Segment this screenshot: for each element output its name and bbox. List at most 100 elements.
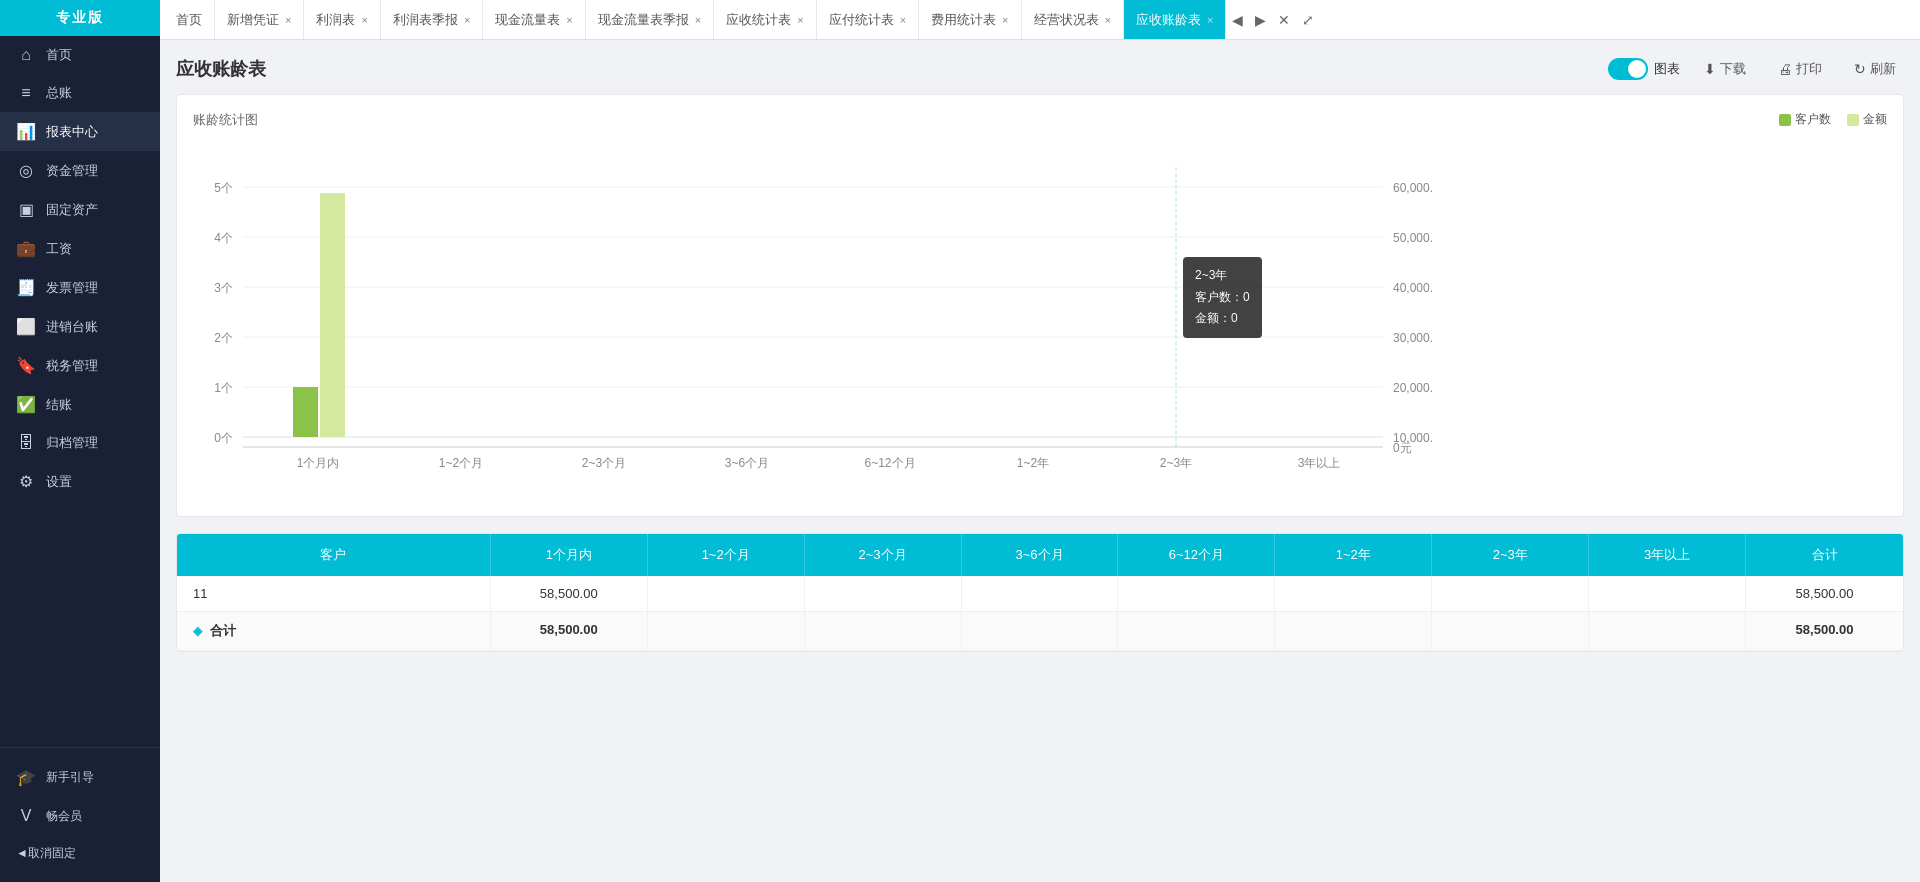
tab-profit-close[interactable]: × [361, 14, 367, 26]
svg-text:50,000.00元: 50,000.00元 [1393, 231, 1433, 245]
tab-biz-label: 经营状况表 [1034, 11, 1099, 29]
svg-text:2~3年: 2~3年 [1160, 456, 1192, 470]
home-icon: ⌂ [16, 46, 36, 64]
sidebar-bottom: 🎓 新手引导 V 畅会员 ◄取消固定 [0, 747, 160, 882]
tab-expense-close[interactable]: × [1002, 14, 1008, 26]
sidebar-item-label-archive: 归档管理 [46, 434, 98, 452]
sidebar-item-label-fund: 资金管理 [46, 162, 98, 180]
tab-biz[interactable]: 经营状况表 × [1022, 0, 1124, 40]
sidebar-item-label-salary: 工资 [46, 240, 72, 258]
tab-home-label: 首页 [176, 11, 202, 29]
purchase-icon: ⬜ [16, 317, 36, 336]
bar-amount-1month [320, 193, 345, 437]
archive-icon: 🗄 [16, 434, 36, 452]
total-icon: ◈ [193, 624, 202, 638]
tab-ar-stats[interactable]: 应收统计表 × [714, 0, 816, 40]
chart-legend: 客户数 金额 [1779, 111, 1887, 128]
data-table: 客户 1个月内 1~2个月 2~3个月 3~6个月 6~12个月 1~2年 2~… [176, 533, 1904, 652]
sidebar-item-label-purchase: 进销台账 [46, 318, 98, 336]
tab-cashflow-q-close[interactable]: × [695, 14, 701, 26]
tab-home[interactable]: 首页 [164, 0, 215, 40]
th-year12: 1~2年 [1275, 534, 1432, 576]
download-button[interactable]: ⬇ 下载 [1696, 56, 1754, 82]
td-total-year23 [1432, 612, 1589, 650]
sidebar-item-ledger[interactable]: ≡ 总账 [0, 74, 160, 112]
legend-amount-label: 金额 [1863, 111, 1887, 128]
sidebar-collapse-btn[interactable]: ◄取消固定 [0, 835, 160, 872]
tab-cashflow-q[interactable]: 现金流量表季报 × [586, 0, 714, 40]
sidebar-item-salary[interactable]: 💼 工资 [0, 229, 160, 268]
chart-title: 账龄统计图 [193, 111, 1887, 129]
report-icon: 📊 [16, 122, 36, 141]
th-month36: 3~6个月 [962, 534, 1119, 576]
tab-close-all[interactable]: ✕ [1272, 0, 1296, 40]
tab-nav-next[interactable]: ▶ [1249, 0, 1272, 40]
sidebar-item-report-center[interactable]: 📊 报表中心 [0, 112, 160, 151]
th-month23: 2~3个月 [805, 534, 962, 576]
tab-bar: 首页 新增凭证 × 利润表 × 利润表季报 × 现金流量表 × 现金流量表季报 … [160, 0, 1920, 40]
th-total: 合计 [1746, 534, 1903, 576]
bar-count-1month [293, 387, 318, 437]
main-area: 首页 新增凭证 × 利润表 × 利润表季报 × 现金流量表 × 现金流量表季报 … [160, 0, 1920, 882]
tab-profit-q-close[interactable]: × [464, 14, 470, 26]
guide-icon: 🎓 [16, 768, 36, 787]
tab-cashflow-close[interactable]: × [566, 14, 572, 26]
td-total: 58,500.00 [1746, 576, 1903, 611]
sidebar-item-settings[interactable]: ⚙ 设置 [0, 462, 160, 501]
chart-container: 账龄统计图 客户数 金额 5个 4个 3个 2个 1个 [176, 94, 1904, 517]
svg-text:1个: 1个 [214, 381, 233, 395]
td-month23 [805, 576, 962, 611]
sidebar-item-fund-mgmt[interactable]: ◎ 资金管理 [0, 151, 160, 190]
fund-icon: ◎ [16, 161, 36, 180]
tab-ar-aging[interactable]: 应收账龄表 × [1124, 0, 1226, 40]
chart-toggle[interactable] [1608, 58, 1648, 80]
svg-text:2个: 2个 [214, 331, 233, 345]
tab-nav-prev[interactable]: ◀ [1226, 0, 1249, 40]
sidebar-item-tax[interactable]: 🔖 税务管理 [0, 346, 160, 385]
tab-maximize[interactable]: ⤢ [1296, 0, 1320, 40]
sidebar-item-home[interactable]: ⌂ 首页 [0, 36, 160, 74]
th-month12: 1~2个月 [648, 534, 805, 576]
svg-text:6~12个月: 6~12个月 [864, 456, 915, 470]
tab-profit-q[interactable]: 利润表季报 × [381, 0, 483, 40]
page-content: 应收账龄表 图表 ⬇ 下载 🖨 打印 ↻ 刷新 [160, 40, 1920, 882]
tab-expense-label: 费用统计表 [931, 11, 996, 29]
tab-ar-aging-label: 应收账龄表 [1136, 11, 1201, 29]
tab-profit[interactable]: 利润表 × [304, 0, 380, 40]
sidebar-item-guide[interactable]: 🎓 新手引导 [0, 758, 160, 797]
td-month612 [1118, 576, 1275, 611]
sidebar-item-purchase-sales[interactable]: ⬜ 进销台账 [0, 307, 160, 346]
refresh-button[interactable]: ↻ 刷新 [1846, 56, 1904, 82]
th-year3plus: 3年以上 [1589, 534, 1746, 576]
page-title: 应收账龄表 [176, 57, 266, 81]
td-total-label: ◈ 合计 [177, 612, 491, 650]
page-header: 应收账龄表 图表 ⬇ 下载 🖨 打印 ↻ 刷新 [176, 56, 1904, 82]
td-customer: 11 [177, 576, 491, 611]
td-total-total: 58,500.00 [1746, 612, 1903, 650]
svg-text:3个: 3个 [214, 281, 233, 295]
tab-expense[interactable]: 费用统计表 × [919, 0, 1021, 40]
sidebar-item-label-tax: 税务管理 [46, 357, 98, 375]
svg-text:1~2个月: 1~2个月 [439, 456, 483, 470]
sidebar-item-label-ledger: 总账 [46, 84, 72, 102]
sidebar-item-vip[interactable]: V 畅会员 [0, 797, 160, 835]
tab-ap-stats[interactable]: 应付统计表 × [817, 0, 919, 40]
legend-customer-count: 客户数 [1779, 111, 1831, 128]
print-button[interactable]: 🖨 打印 [1770, 56, 1830, 82]
table-total-row: ◈ 合计 58,500.00 58,500.00 [177, 612, 1903, 651]
tax-icon: 🔖 [16, 356, 36, 375]
tab-cashflow[interactable]: 现金流量表 × [483, 0, 585, 40]
tab-biz-close[interactable]: × [1105, 14, 1111, 26]
tab-new-voucher[interactable]: 新增凭证 × [215, 0, 304, 40]
tab-new-voucher-close[interactable]: × [285, 14, 291, 26]
sidebar-item-fixed-assets[interactable]: ▣ 固定资产 [0, 190, 160, 229]
tab-ar-aging-close[interactable]: × [1207, 14, 1213, 26]
sidebar-item-invoice[interactable]: 🧾 发票管理 [0, 268, 160, 307]
svg-text:2~3个月: 2~3个月 [582, 456, 626, 470]
sidebar-item-label-settlement: 结账 [46, 396, 72, 414]
th-customer: 客户 [177, 534, 491, 576]
sidebar-item-settlement[interactable]: ✅ 结账 [0, 385, 160, 424]
sidebar-item-archive[interactable]: 🗄 归档管理 [0, 424, 160, 462]
tab-ar-stats-close[interactable]: × [797, 14, 803, 26]
tab-ap-stats-close[interactable]: × [900, 14, 906, 26]
